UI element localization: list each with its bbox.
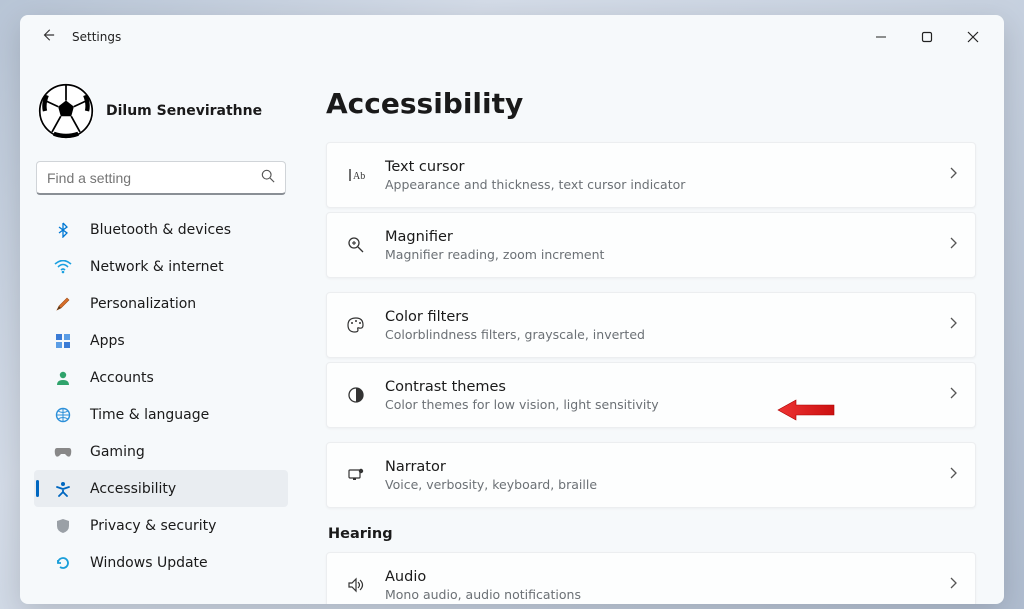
card-title: Magnifier <box>385 229 949 245</box>
window-title: Settings <box>72 30 121 44</box>
close-button[interactable] <box>950 21 996 53</box>
chevron-right-icon <box>949 167 957 183</box>
sidebar-item-label: Apps <box>90 333 125 349</box>
contrast-icon <box>345 386 367 404</box>
wifi-icon <box>52 260 74 274</box>
text-cursor-icon: Ab <box>345 167 367 183</box>
chevron-right-icon <box>949 237 957 253</box>
window-controls <box>858 21 996 53</box>
avatar <box>38 83 94 139</box>
narrator-icon <box>345 467 367 483</box>
card-desc: Magnifier reading, zoom increment <box>385 247 949 262</box>
card-magnifier[interactable]: Magnifier Magnifier reading, zoom increm… <box>326 212 976 278</box>
sidebar-item-label: Bluetooth & devices <box>90 222 231 238</box>
sidebar-item-apps[interactable]: Apps <box>34 322 288 359</box>
sidebar-item-label: Accessibility <box>90 481 176 497</box>
card-desc: Colorblindness filters, grayscale, inver… <box>385 327 949 342</box>
chevron-right-icon <box>949 387 957 403</box>
card-desc: Color themes for low vision, light sensi… <box>385 397 949 412</box>
card-color-filters[interactable]: Color filters Colorblindness filters, gr… <box>326 292 976 358</box>
audio-icon <box>345 577 367 593</box>
profile[interactable]: Dilum Senevirathne <box>38 83 288 139</box>
chevron-right-icon <box>949 317 957 333</box>
chevron-right-icon <box>949 577 957 593</box>
maximize-button[interactable] <box>904 21 950 53</box>
section-hearing: Hearing <box>328 526 976 542</box>
card-desc: Appearance and thickness, text cursor in… <box>385 177 949 192</box>
card-text-cursor[interactable]: Ab Text cursor Appearance and thickness,… <box>326 142 976 208</box>
card-title: Color filters <box>385 309 949 325</box>
sidebar-item-label: Time & language <box>90 407 209 423</box>
sidebar-item-time-language[interactable]: Time & language <box>34 396 288 433</box>
sidebar-item-gaming[interactable]: Gaming <box>34 433 288 470</box>
sidebar-item-label: Network & internet <box>90 259 224 275</box>
sidebar-item-accounts[interactable]: Accounts <box>34 359 288 396</box>
card-title: Audio <box>385 569 949 585</box>
chevron-right-icon <box>949 467 957 483</box>
card-audio[interactable]: Audio Mono audio, audio notifications <box>326 552 976 604</box>
sidebar-item-accessibility[interactable]: Accessibility <box>34 470 288 507</box>
back-button[interactable] <box>30 28 66 46</box>
sidebar-item-windows-update[interactable]: Windows Update <box>34 544 288 581</box>
update-icon <box>52 555 74 571</box>
svg-text:Ab: Ab <box>353 171 365 182</box>
sidebar-item-label: Personalization <box>90 296 196 312</box>
sidebar-item-label: Windows Update <box>90 555 208 571</box>
settings-window: Settings Dilum Senevirathne <box>20 15 1004 604</box>
person-icon <box>52 370 74 386</box>
magnifier-icon <box>345 236 367 254</box>
search-icon <box>261 169 275 187</box>
paintbrush-icon <box>52 296 74 312</box>
sidebar-item-label: Privacy & security <box>90 518 216 534</box>
sidebar-item-privacy[interactable]: Privacy & security <box>34 507 288 544</box>
accessibility-icon <box>52 481 74 497</box>
minimize-button[interactable] <box>858 21 904 53</box>
globe-clock-icon <box>52 407 74 423</box>
sidebar-item-network[interactable]: Network & internet <box>34 248 288 285</box>
gamepad-icon <box>52 445 74 459</box>
card-narrator[interactable]: Narrator Voice, verbosity, keyboard, bra… <box>326 442 976 508</box>
apps-icon <box>52 333 74 349</box>
card-desc: Mono audio, audio notifications <box>385 587 949 602</box>
card-title: Narrator <box>385 459 949 475</box>
titlebar: Settings <box>20 15 1004 59</box>
bluetooth-icon <box>52 222 74 238</box>
sidebar-item-personalization[interactable]: Personalization <box>34 285 288 322</box>
palette-icon <box>345 317 367 333</box>
card-title: Contrast themes <box>385 379 949 395</box>
profile-name: Dilum Senevirathne <box>106 103 262 119</box>
sidebar-item-bluetooth[interactable]: Bluetooth & devices <box>34 211 288 248</box>
nav: Bluetooth & devices Network & internet P… <box>34 209 288 594</box>
sidebar: Dilum Senevirathne Bluetooth & devices <box>20 59 298 604</box>
main-content: Accessibility Ab Text cursor Appearance … <box>298 59 1004 604</box>
search-input[interactable] <box>47 170 261 186</box>
page-title: Accessibility <box>326 87 976 120</box>
search-box[interactable] <box>36 161 286 195</box>
card-contrast-themes[interactable]: Contrast themes Color themes for low vis… <box>326 362 976 428</box>
card-desc: Voice, verbosity, keyboard, braille <box>385 477 949 492</box>
sidebar-item-label: Gaming <box>90 444 145 460</box>
sidebar-item-label: Accounts <box>90 370 154 386</box>
shield-icon <box>52 518 74 534</box>
card-title: Text cursor <box>385 159 949 175</box>
